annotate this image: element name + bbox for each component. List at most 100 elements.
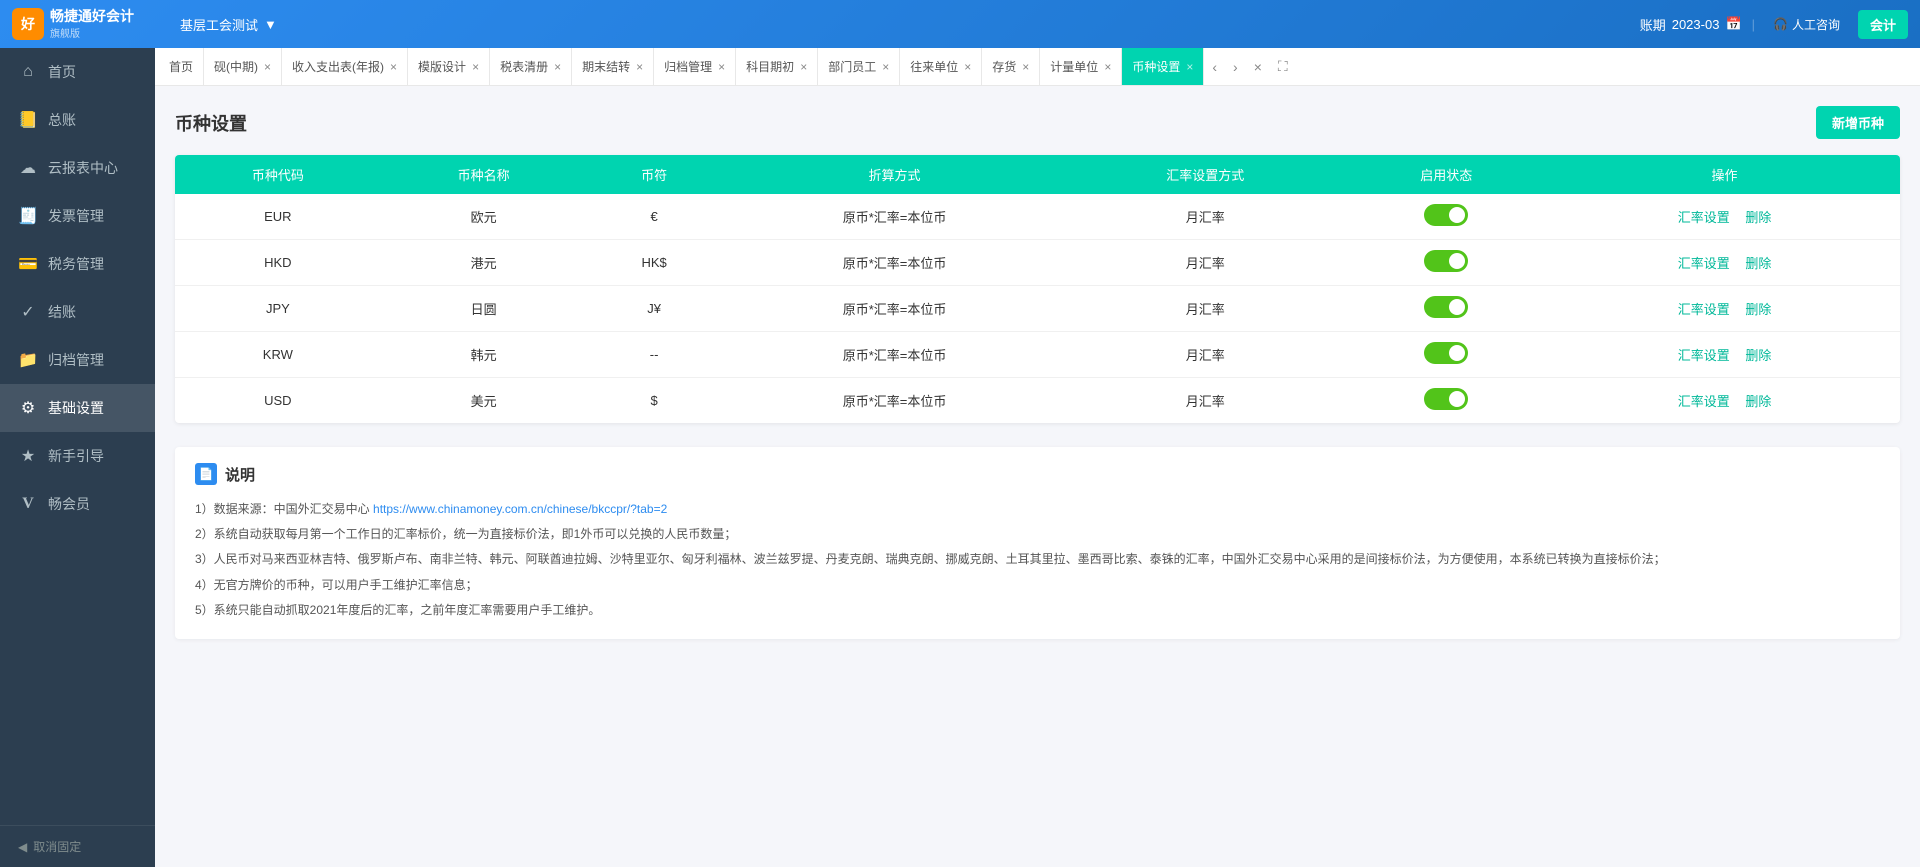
tab-close-template[interactable]: × <box>472 60 479 74</box>
notes-icon: 📄 <box>195 463 217 485</box>
sidebar-item-invoice[interactable]: 🧾 发票管理 <box>0 192 155 240</box>
company-selector[interactable]: 基层工会测试 ▼ <box>172 11 285 38</box>
page-title: 币种设置 <box>175 110 247 136</box>
checkout-icon: ✓ <box>18 302 38 322</box>
sidebar-label-invoice: 发票管理 <box>48 206 104 226</box>
cell-calc-3: 原币*汇率=本位币 <box>722 332 1067 378</box>
account-button[interactable]: 会计 <box>1858 10 1908 39</box>
tab-dept-staff[interactable]: 部门员工 × <box>818 48 900 86</box>
sidebar-item-checkout[interactable]: ✓ 结账 <box>0 288 155 336</box>
toggle-enabled-3[interactable] <box>1424 342 1468 364</box>
delete-link-3[interactable]: 删除 <box>1745 348 1771 363</box>
tab-home[interactable]: 首页 <box>159 48 204 86</box>
tab-close-dept-staff[interactable]: × <box>882 60 889 74</box>
tab-close-inventory[interactable]: × <box>1022 60 1029 74</box>
tab-prev-btn[interactable]: ‹ <box>1204 48 1225 86</box>
sidebar-label-guide: 新手引导 <box>48 446 104 466</box>
tab-label-inventory: 存货 <box>992 58 1016 75</box>
th-rate-method: 汇率设置方式 <box>1067 155 1343 194</box>
tab-close-unit[interactable]: × <box>1104 60 1111 74</box>
cloud-icon: ☁ <box>18 158 38 178</box>
rate-setting-link-1[interactable]: 汇率设置 <box>1678 256 1730 271</box>
sidebar-item-reports[interactable]: ☁ 云报表中心 <box>0 144 155 192</box>
cell-code-0: EUR <box>175 194 381 240</box>
notes-title: 说明 <box>225 464 255 485</box>
toggle-enabled-1[interactable] <box>1424 250 1468 272</box>
notes-item-4: 5）系统只能自动抓取2021年度后的汇率，之前年度汇率需要用户手工维护。 <box>195 598 1880 623</box>
sidebar-label-ledger: 总账 <box>48 110 76 130</box>
rate-setting-link-3[interactable]: 汇率设置 <box>1678 348 1730 363</box>
delete-link-0[interactable]: 删除 <box>1745 210 1771 225</box>
toggle-enabled-2[interactable] <box>1424 296 1468 318</box>
calendar-icon[interactable]: 📅 <box>1725 16 1741 32</box>
sidebar-item-home[interactable]: ⌂ 首页 <box>0 48 155 96</box>
cell-code-2: JPY <box>175 286 381 332</box>
sidebar-label-home: 首页 <box>48 62 76 82</box>
cell-code-4: USD <box>175 378 381 424</box>
cell-actions-0: 汇率设置 删除 <box>1549 194 1900 240</box>
cell-calc-2: 原币*汇率=本位币 <box>722 286 1067 332</box>
guide-icon: ★ <box>18 446 38 466</box>
tab-close-subject-init[interactable]: × <box>800 60 807 74</box>
tab-close-midterm[interactable]: × <box>264 60 271 74</box>
toggle-enabled-0[interactable] <box>1424 204 1468 226</box>
tab-period-end[interactable]: 期末结转 × <box>572 48 654 86</box>
cell-rate-3: 月汇率 <box>1067 332 1343 378</box>
tab-next-btn[interactable]: › <box>1225 48 1246 86</box>
tab-label-currency: 币种设置 <box>1132 58 1180 75</box>
tab-label-unit: 计量单位 <box>1050 58 1098 75</box>
tab-counterpart[interactable]: 往来单位 × <box>900 48 982 86</box>
notes-link[interactable]: https://www.chinamoney.com.cn/chinese/bk… <box>373 502 667 516</box>
rate-setting-link-0[interactable]: 汇率设置 <box>1678 210 1730 225</box>
delete-link-2[interactable]: 删除 <box>1745 302 1771 317</box>
tab-close-archive-mgmt[interactable]: × <box>718 60 725 74</box>
rate-setting-link-2[interactable]: 汇率设置 <box>1678 302 1730 317</box>
cell-name-3: 韩元 <box>381 332 587 378</box>
cell-actions-4: 汇率设置 删除 <box>1549 378 1900 424</box>
period-value: 2023-03 <box>1672 17 1720 32</box>
cell-name-4: 美元 <box>381 378 587 424</box>
help-button[interactable]: 🎧 人工咨询 <box>1765 12 1848 37</box>
tab-archive-mgmt[interactable]: 归档管理 × <box>654 48 736 86</box>
notes-section: 📄 说明 1）数据来源：中国外汇交易中心 https://www.chinamo… <box>175 447 1900 639</box>
tab-close-currency[interactable]: × <box>1186 60 1193 74</box>
tab-close-period-end[interactable]: × <box>636 60 643 74</box>
toggle-enabled-4[interactable] <box>1424 388 1468 410</box>
sidebar-label-checkout: 结账 <box>48 302 76 322</box>
tab-expand-btn[interactable]: ⛶ <box>1270 48 1296 86</box>
pin-toggle[interactable]: ◀ 取消固定 <box>0 825 155 867</box>
sidebar-item-settings[interactable]: ⚙ 基础设置 <box>0 384 155 432</box>
tab-subject-init[interactable]: 科目期初 × <box>736 48 818 86</box>
cell-rate-2: 月汇率 <box>1067 286 1343 332</box>
company-name: 基层工会测试 <box>180 15 258 34</box>
delete-link-4[interactable]: 删除 <box>1745 394 1771 409</box>
cell-name-0: 欧元 <box>381 194 587 240</box>
tab-tax-table[interactable]: 税表清册 × <box>490 48 572 86</box>
sidebar-item-member[interactable]: V 畅会员 <box>0 480 155 528</box>
rate-setting-link-4[interactable]: 汇率设置 <box>1678 394 1730 409</box>
tab-inventory[interactable]: 存货 × <box>982 48 1040 86</box>
tab-close-counterpart[interactable]: × <box>964 60 971 74</box>
tab-template[interactable]: 模版设计 × <box>408 48 490 86</box>
app-sub: 旗舰版 <box>50 25 134 40</box>
sidebar-item-guide[interactable]: ★ 新手引导 <box>0 432 155 480</box>
tab-annual-report[interactable]: 收入支出表(年报) × <box>282 48 408 86</box>
notes-item-1: 2）系统自动获取每月第一个工作日的汇率标价，统一为直接标价法，即1外币可以兑换的… <box>195 522 1880 547</box>
tab-unit[interactable]: 计量单位 × <box>1040 48 1122 86</box>
tab-midterm[interactable]: 砚(中期) × <box>204 48 282 86</box>
top-bar: 好 畅捷通好会计 旗舰版 基层工会测试 ▼ 账期 2023-03 📅 | 🎧 人… <box>0 0 1920 48</box>
tab-close-all-btn[interactable]: × <box>1246 48 1270 86</box>
delete-link-1[interactable]: 删除 <box>1745 256 1771 271</box>
sidebar-item-tax[interactable]: 💳 税务管理 <box>0 240 155 288</box>
cell-symbol-3: -- <box>586 332 721 378</box>
tab-close-tax-table[interactable]: × <box>554 60 561 74</box>
notes-item-3: 4）无官方牌价的币种，可以用户手工维护汇率信息； <box>195 573 1880 598</box>
tab-currency[interactable]: 币种设置 × <box>1122 48 1204 86</box>
tab-close-annual-report[interactable]: × <box>390 60 397 74</box>
th-actions: 操作 <box>1549 155 1900 194</box>
cell-actions-1: 汇率设置 删除 <box>1549 240 1900 286</box>
sidebar-item-ledger[interactable]: 📒 总账 <box>0 96 155 144</box>
logo-text-block: 畅捷通好会计 旗舰版 <box>50 8 134 40</box>
sidebar-item-archive[interactable]: 📁 归档管理 <box>0 336 155 384</box>
new-currency-button[interactable]: 新增币种 <box>1816 106 1900 139</box>
